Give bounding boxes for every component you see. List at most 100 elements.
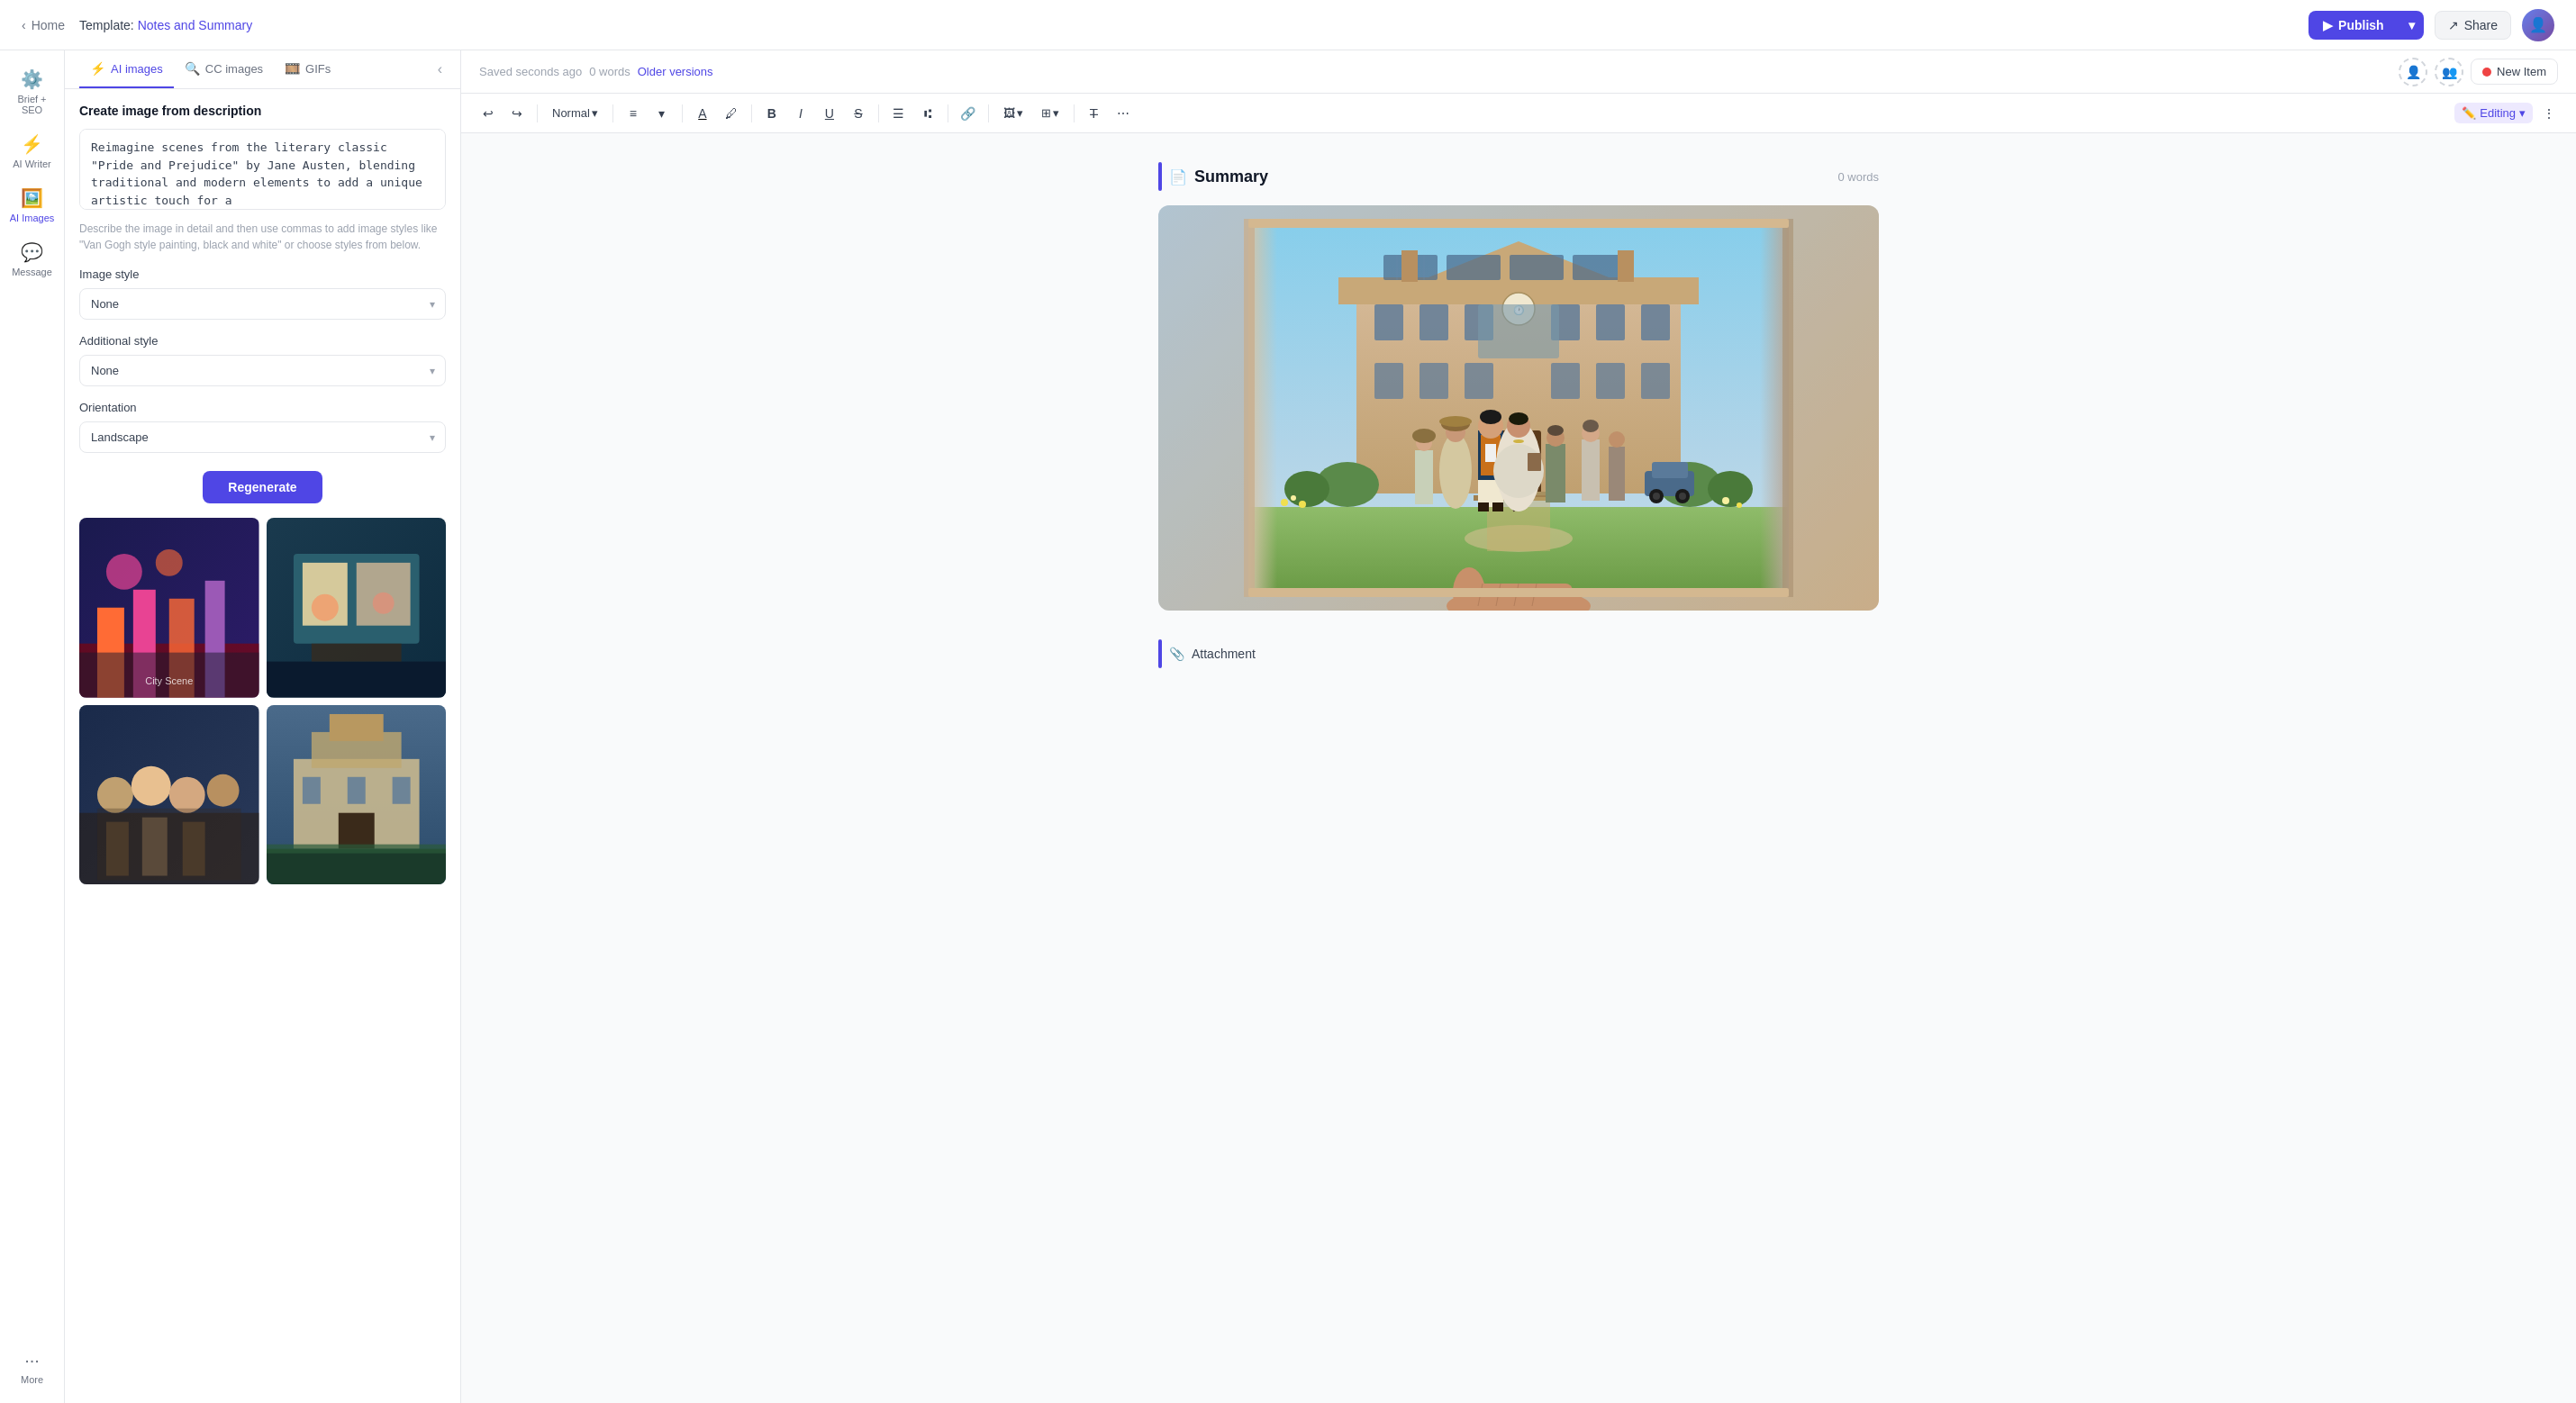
svg-point-112	[1679, 493, 1686, 500]
summary-section: 📄 Summary 0 words	[1158, 162, 1879, 611]
image-style-select[interactable]: None Realistic Cartoon Watercolor	[79, 288, 446, 320]
editing-label: Editing	[2480, 106, 2516, 120]
home-label: Home	[32, 18, 65, 32]
underline-button[interactable]: U	[817, 101, 842, 126]
redo-button[interactable]: ↪	[504, 101, 530, 126]
publish-chevron-icon: ▾	[2408, 18, 2415, 32]
sidebar-item-ai-images[interactable]: 🖼️ AI Images	[5, 180, 59, 231]
toolbar-right: 👤 👥 New Item	[2399, 58, 2558, 86]
orientation-label: Orientation	[79, 401, 446, 414]
more-format-button[interactable]: ⋯	[1111, 101, 1136, 126]
bullet-list-button[interactable]: ☰	[886, 101, 912, 126]
image-insert-icon: 🖼	[1003, 106, 1015, 120]
sidebar-item-brief-seo[interactable]: ⚙️ Brief + SEO	[5, 61, 59, 122]
svg-point-14	[311, 594, 338, 621]
table-icon: ⊞	[1041, 106, 1051, 120]
insert-image-dropdown[interactable]: 🖼 ▾	[996, 103, 1030, 123]
tab-ai-images[interactable]: ⚡ AI images	[79, 50, 174, 88]
image-thumb-1[interactable]: City Scene	[79, 518, 259, 698]
sidebar-item-message[interactable]: 💬 Message	[5, 234, 59, 285]
tab-gifs[interactable]: 🎞️ GIFs	[274, 50, 341, 88]
new-item-label: New Item	[2497, 65, 2546, 78]
additional-style-select-wrap: None Van Gogh Monet ▾	[79, 355, 446, 386]
svg-point-90	[1513, 439, 1524, 443]
insert-table-dropdown[interactable]: ⊞ ▾	[1034, 103, 1066, 123]
svg-text:City Scene: City Scene	[145, 675, 193, 686]
italic-button[interactable]: I	[788, 101, 813, 126]
new-item-button[interactable]: New Item	[2471, 59, 2558, 85]
avatar[interactable]: 👤	[2522, 9, 2554, 41]
panel-content: Create image from description // Set tex…	[65, 89, 460, 1403]
user-icon-button-2[interactable]: 👥	[2435, 58, 2463, 86]
publish-button[interactable]: ▶ Publish ▾	[2308, 11, 2424, 40]
sidebar-item-label: Message	[12, 267, 52, 277]
svg-rect-55	[1420, 304, 1448, 340]
editing-mode-button[interactable]: ✏️ Editing ▾	[2454, 103, 2533, 123]
template-link[interactable]: Notes and Summary	[138, 18, 253, 32]
image-thumb-4[interactable]	[267, 705, 447, 885]
align-dropdown-button[interactable]: ▾	[649, 101, 675, 126]
image-description-input[interactable]	[79, 129, 446, 210]
older-versions-link[interactable]: Older versions	[638, 65, 713, 78]
chevron-down-icon: ▾	[592, 106, 598, 120]
text-style-dropdown[interactable]: Normal ▾	[545, 103, 605, 123]
additional-style-select[interactable]: None Van Gogh Monet	[79, 355, 446, 386]
svg-rect-34	[392, 776, 410, 803]
sidebar: ⚙️ Brief + SEO ⚡ AI Writer 🖼️ AI Images …	[0, 50, 65, 1403]
numbered-list-button[interactable]: ⑆	[915, 101, 940, 126]
svg-rect-62	[1420, 363, 1448, 399]
panel-collapse-button[interactable]: ‹	[434, 50, 446, 88]
paperclip-icon: 📎	[1169, 647, 1184, 661]
image-thumb-3[interactable]	[79, 705, 259, 885]
orientation-select[interactable]: Landscape Portrait Square	[79, 421, 446, 453]
svg-point-95	[1439, 416, 1472, 427]
highlight-button[interactable]: 🖊	[719, 101, 744, 126]
svg-rect-50	[1401, 250, 1418, 282]
additional-style-label: Additional style	[79, 334, 446, 348]
image-icon: 🖼️	[21, 187, 43, 209]
text-color-button[interactable]: A	[690, 101, 715, 126]
user-icon-button-1[interactable]: 👤	[2399, 58, 2427, 86]
toolbar-divider-8	[1074, 104, 1075, 122]
sidebar-item-ai-writer[interactable]: ⚡ AI Writer	[5, 126, 59, 177]
svg-rect-120	[1244, 219, 1255, 597]
svg-rect-108	[1652, 462, 1688, 478]
share-button[interactable]: ↗ Share	[2435, 11, 2511, 40]
svg-point-80	[1480, 410, 1501, 424]
clear-format-button[interactable]: T̶	[1082, 101, 1107, 126]
person-add-icon: 👥	[2442, 65, 2457, 79]
tab-cc-images[interactable]: 🔍 CC images	[174, 50, 274, 88]
orientation-select-wrap: Landscape Portrait Square ▾	[79, 421, 446, 453]
section-header: 📄 Summary 0 words	[1158, 162, 1879, 191]
saved-status: Saved seconds ago	[479, 65, 582, 78]
sidebar-item-more[interactable]: ··· More	[5, 1343, 59, 1392]
svg-rect-129	[1248, 219, 1789, 228]
link-button[interactable]: 🔗	[956, 101, 981, 126]
image-thumb-2[interactable]	[267, 518, 447, 698]
description-hint: Describe the image in detail and then us…	[79, 221, 446, 253]
svg-rect-33	[347, 776, 365, 803]
svg-point-88	[1509, 412, 1528, 425]
share-icon: ↗	[2448, 18, 2459, 32]
home-button[interactable]: ‹ Home	[22, 18, 65, 32]
bold-button[interactable]: B	[759, 101, 785, 126]
chevron-down-icon-table: ▾	[1053, 106, 1059, 120]
lightning-tab-icon: ⚡	[90, 61, 105, 76]
regenerate-button[interactable]: Regenerate	[203, 471, 322, 503]
svg-rect-63	[1465, 363, 1493, 399]
svg-rect-37	[267, 844, 447, 853]
more-options-button[interactable]: ⋮	[2536, 101, 2562, 126]
svg-rect-54	[1374, 304, 1403, 340]
editor-toolbar-top: Saved seconds ago 0 words Older versions…	[461, 50, 2576, 94]
gif-tab-icon: 🎞️	[285, 61, 300, 76]
top-nav: ‹ Home Template: Notes and Summary ▶ Pub…	[0, 0, 2576, 50]
undo-button[interactable]: ↩	[476, 101, 501, 126]
align-button[interactable]: ≡	[621, 101, 646, 126]
svg-point-21	[132, 765, 171, 805]
svg-point-7	[156, 549, 183, 576]
strikethrough-button[interactable]: S	[846, 101, 871, 126]
document-icon: 📄	[1169, 168, 1187, 186]
svg-rect-96	[1546, 444, 1565, 502]
nav-actions: ▶ Publish ▾ ↗ Share 👤	[2308, 9, 2554, 41]
image-style-label: Image style	[79, 267, 446, 281]
